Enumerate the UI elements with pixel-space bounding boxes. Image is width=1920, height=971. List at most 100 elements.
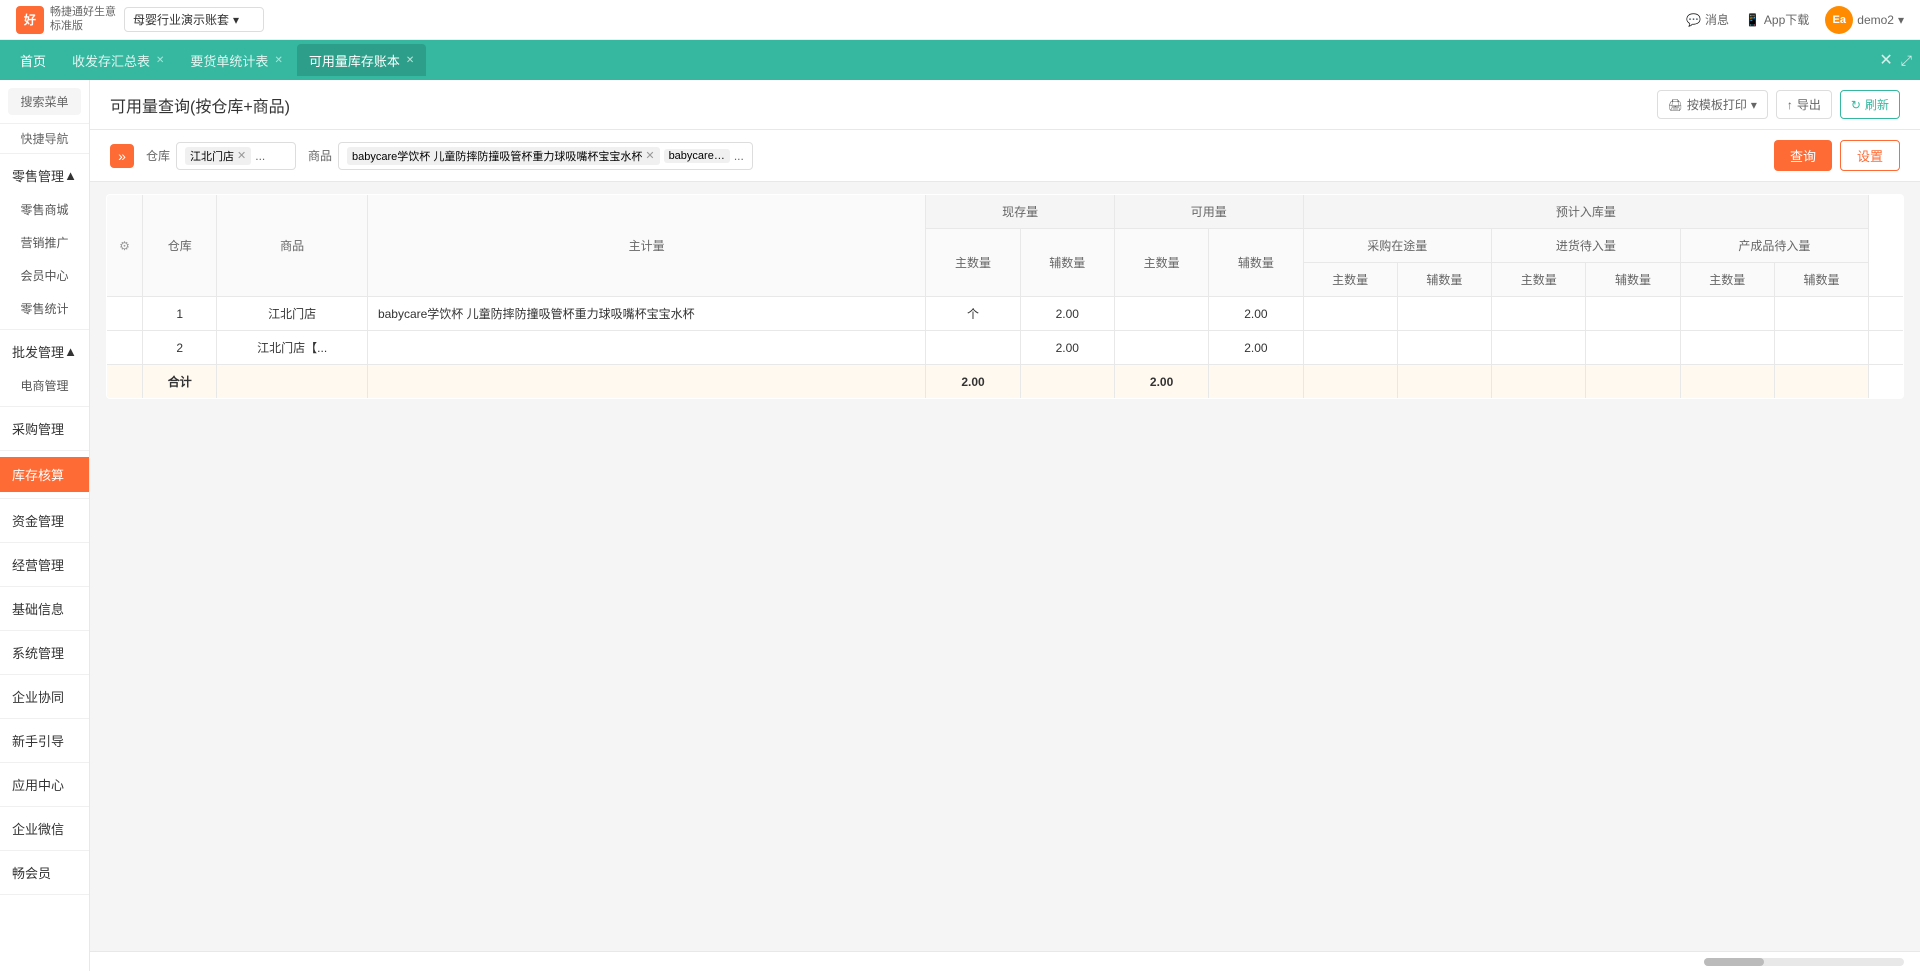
top-bar-right: 💬 消息 📱 App下载 Ea demo2 ▾ (1686, 6, 1904, 34)
filter-expand-btn[interactable]: » (110, 144, 134, 168)
summary-gear (107, 365, 143, 399)
app-download-btn[interactable]: 📱 App下载 (1745, 11, 1809, 28)
sidebar-item-retail-stats[interactable]: 零售统计 (0, 292, 89, 325)
table-settings-icon[interactable]: ⚙ (119, 239, 130, 253)
chevron-down-icon: ▾ (1751, 98, 1757, 112)
search-menu-btn[interactable]: 搜索菜单 (8, 88, 81, 115)
product-filter-group: 商品 babycare学饮杯 儿童防摔防撞吸管杯重力球吸嘴杯宝宝水杯 ✕ bab… (308, 142, 753, 170)
tab-close-icon[interactable]: ✕ (274, 55, 282, 66)
sidebar-item-system-mgmt[interactable]: 系统管理 (0, 635, 89, 670)
tab-receivable-summary[interactable]: 收发存汇总表 ✕ (60, 44, 176, 76)
sidebar-item-app-center[interactable]: 应用中心 (0, 767, 89, 802)
message-btn[interactable]: 💬 消息 (1686, 11, 1729, 28)
col-incoming-pending-header: 进货待入量 (1492, 229, 1681, 263)
industry-selector[interactable]: 母婴行业演示账套 ▾ (124, 7, 264, 32)
cell-no: 2 (143, 331, 217, 365)
expand-btn[interactable]: ⤢ (1901, 52, 1912, 69)
col-unit-header: 主计量 (367, 195, 925, 297)
logo-area: 好 畅捷通好生意 标准版 (16, 6, 116, 34)
page-header: 可用量查询(按仓库+商品) 🖨 按模板打印 ▾ ↑ 导出 ↻ 刷新 (90, 80, 1920, 130)
cell-production-main (1774, 331, 1868, 365)
sidebar-item-wechat[interactable]: 企业微信 (0, 811, 89, 846)
sidebar-item-purchase-mgmt[interactable]: 采购管理 (0, 411, 89, 446)
cell-gear (107, 297, 143, 331)
sidebar-quick-nav[interactable]: 快捷导航 (0, 124, 89, 154)
sidebar-section-purchase: 采购管理 (0, 407, 89, 451)
sidebar-item-retail-mall[interactable]: 零售商城 (0, 193, 89, 226)
cell-incoming-main (1586, 331, 1680, 365)
product-input[interactable]: babycare学饮杯 儿童防摔防撞吸管杯重力球吸嘴杯宝宝水杯 ✕ babyca… (338, 142, 753, 170)
sidebar-item-marketing[interactable]: 营销推广 (0, 226, 89, 259)
cell-purchase-main (1397, 331, 1491, 365)
cell-warehouse: 江北门店【... (217, 331, 368, 365)
export-btn[interactable]: ↑ 导出 (1776, 90, 1832, 119)
refresh-icon: ↻ (1851, 98, 1861, 112)
col-gear-header: ⚙ (107, 195, 143, 297)
tab-close-icon[interactable]: ✕ (406, 55, 414, 66)
scrollbar-thumb (1704, 958, 1764, 966)
close-all-tabs-btn[interactable]: ✕ (1879, 50, 1892, 70)
summary-row: 合计 2.00 2.00 (107, 365, 1904, 399)
summary-product (217, 365, 368, 399)
logo-icon: 好 (16, 6, 44, 34)
summary-incoming-aux (1586, 365, 1680, 399)
sidebar-item-vip[interactable]: 畅会员 (0, 855, 89, 890)
product-more-btn[interactable]: ... (734, 149, 744, 163)
inventory-table: ⚙ 仓库 商品 主计量 现存量 可用量 预计入库量 主数量 辅数量 主数量 辅数… (106, 194, 1904, 399)
warehouse-tag: 江北门店 ✕ (185, 147, 251, 165)
sidebar-item-operations-mgmt[interactable]: 经营管理 (0, 547, 89, 582)
cell-product: babycare学饮杯 儿童防摔防撞吸管杯重力球吸嘴杯宝宝水杯 (367, 297, 925, 331)
cell-stock-main: 2.00 (1020, 297, 1114, 331)
sidebar-section-operations: 经营管理 (0, 543, 89, 587)
top-bar-left: 好 畅捷通好生意 标准版 母婴行业演示账套 ▾ (16, 6, 264, 34)
horizontal-scrollbar[interactable] (1704, 958, 1904, 966)
sidebar-item-basic-info[interactable]: 基础信息 (0, 591, 89, 626)
sidebar-item-member-center[interactable]: 会员中心 (0, 259, 89, 292)
table-container: ⚙ 仓库 商品 主计量 现存量 可用量 预计入库量 主数量 辅数量 主数量 辅数… (90, 182, 1920, 951)
cell-unit (926, 331, 1020, 365)
refresh-btn[interactable]: ↻ 刷新 (1840, 90, 1900, 119)
tab-available-inventory[interactable]: 可用量库存账本 ✕ (297, 44, 426, 76)
col-available-group-header: 可用量 (1114, 195, 1303, 229)
print-template-btn[interactable]: 🖨 按模板打印 ▾ (1657, 90, 1768, 119)
sidebar-item-new-guide[interactable]: 新手引导 (0, 723, 89, 758)
content-area: 可用量查询(按仓库+商品) 🖨 按模板打印 ▾ ↑ 导出 ↻ 刷新 (90, 80, 1920, 971)
product-tag-1: babycare学饮杯 儿童防摔防撞吸管杯重力球吸嘴杯宝宝水杯 ✕ (347, 147, 660, 165)
summary-available-aux (1209, 365, 1303, 399)
sidebar-item-enterprise[interactable]: 企业协同 (0, 679, 89, 714)
col-forecast-group-header: 预计入库量 (1303, 195, 1869, 229)
sidebar-section-inventory: 库存核算 (0, 451, 89, 499)
settings-btn[interactable]: 设置 (1840, 140, 1900, 171)
tab-close-icon[interactable]: ✕ (156, 55, 164, 66)
summary-purchase-main (1303, 365, 1397, 399)
warehouse-filter-group: 仓库 江北门店 ✕ ... (146, 142, 296, 170)
cell-stock-main: 2.00 (1020, 331, 1114, 365)
cell-gear (107, 331, 143, 365)
sidebar-section-basic-info: 基础信息 (0, 587, 89, 631)
sidebar-item-retail-mgmt[interactable]: 零售管理 ▲ (0, 158, 89, 193)
col-purchase-aux-header: 辅数量 (1397, 263, 1491, 297)
warehouse-tag-remove[interactable]: ✕ (237, 149, 246, 162)
warehouse-more-btn[interactable]: ... (255, 149, 265, 163)
col-warehouse-header: 仓库 (143, 195, 217, 297)
summary-stock-main: 2.00 (926, 365, 1020, 399)
query-btn[interactable]: 查询 (1774, 140, 1832, 171)
sidebar-section-vip: 畅会员 (0, 851, 89, 895)
avatar: Ea (1825, 6, 1853, 34)
warehouse-input[interactable]: 江北门店 ✕ ... (176, 142, 296, 170)
tab-home[interactable]: 首页 (8, 44, 58, 76)
product-tag-1-remove[interactable]: ✕ (645, 149, 654, 162)
tab-order-stats[interactable]: 要货单统计表 ✕ (178, 44, 294, 76)
cell-purchase-main (1397, 297, 1491, 331)
sidebar-item-finance-mgmt[interactable]: 资金管理 (0, 503, 89, 538)
cell-incoming-main (1586, 297, 1680, 331)
sidebar-item-ecommerce[interactable]: 电商管理 (0, 369, 89, 402)
cell-unit: 个 (926, 297, 1020, 331)
user-profile-btn[interactable]: Ea demo2 ▾ (1825, 6, 1904, 34)
chevron-down-icon: ▾ (1898, 13, 1904, 27)
col-stock-main-header: 主数量 (926, 229, 1020, 297)
sidebar-section-system: 系统管理 (0, 631, 89, 675)
sidebar-item-wholesale-mgmt[interactable]: 批发管理 ▲ (0, 334, 89, 369)
nav-tabs-right: ✕ ⤢ (1879, 50, 1912, 70)
sidebar-item-inventory-mgmt[interactable]: 库存核算 (0, 457, 89, 492)
